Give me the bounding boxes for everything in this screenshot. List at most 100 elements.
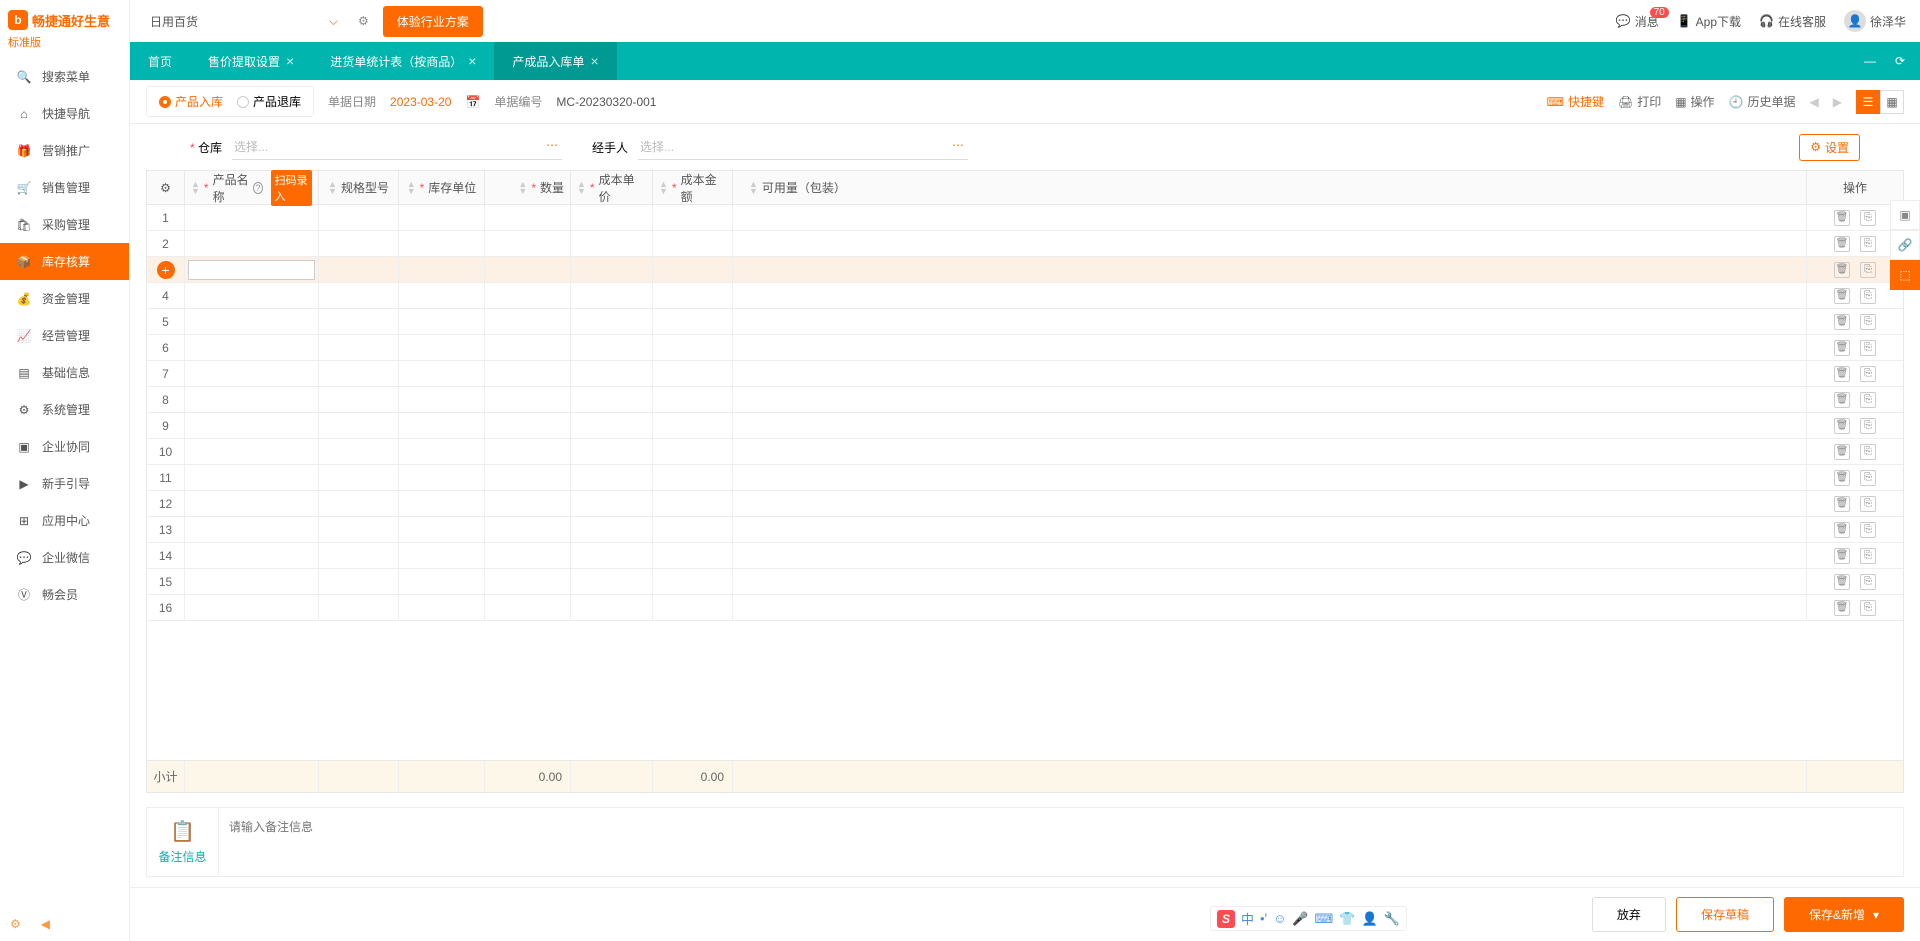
cell-price[interactable] bbox=[571, 205, 653, 230]
cell-name[interactable] bbox=[185, 309, 319, 334]
service-link[interactable]: 🎧 在线客服 bbox=[1759, 13, 1826, 30]
cell-price[interactable] bbox=[571, 517, 653, 542]
cell-unit[interactable] bbox=[399, 257, 485, 282]
nav-item-chart[interactable]: 📈经营管理 bbox=[0, 317, 129, 354]
copy-row-icon[interactable]: ⎘ bbox=[1860, 392, 1876, 408]
copy-row-icon[interactable]: ⎘ bbox=[1860, 314, 1876, 330]
col-name[interactable]: ▲▼*产品名称?扫码录入 bbox=[185, 171, 319, 204]
delete-row-icon[interactable]: 🗑 bbox=[1834, 548, 1850, 564]
ops-link[interactable]: ▦ 操作 bbox=[1675, 93, 1714, 110]
delete-row-icon[interactable]: 🗑 bbox=[1834, 366, 1850, 382]
ime-bar[interactable]: S 中 •ꞌ ☺ 🎤 ⌨ 👕 👤 🔧 bbox=[1210, 906, 1407, 931]
cell-unit[interactable] bbox=[399, 413, 485, 438]
close-icon[interactable]: × bbox=[590, 53, 598, 69]
table-row[interactable]: 5🗑⎘ bbox=[147, 309, 1903, 335]
cell-price[interactable] bbox=[571, 569, 653, 594]
table-row[interactable]: 10🗑⎘ bbox=[147, 439, 1903, 465]
cell-price[interactable] bbox=[571, 335, 653, 360]
delete-row-icon[interactable]: 🗑 bbox=[1834, 522, 1850, 538]
cell-unit[interactable] bbox=[399, 543, 485, 568]
cell-unit[interactable] bbox=[399, 465, 485, 490]
view-list[interactable]: ☰ bbox=[1856, 90, 1880, 114]
cell-price[interactable] bbox=[571, 439, 653, 464]
copy-row-icon[interactable]: ⎘ bbox=[1860, 340, 1876, 356]
cell-unit[interactable] bbox=[399, 517, 485, 542]
cell-qty[interactable] bbox=[485, 595, 571, 620]
close-icon[interactable]: × bbox=[286, 53, 294, 69]
cell-spec[interactable] bbox=[319, 413, 399, 438]
cell-name[interactable] bbox=[185, 569, 319, 594]
cell-price[interactable] bbox=[571, 465, 653, 490]
cell-spec[interactable] bbox=[319, 361, 399, 386]
table-row[interactable]: 9🗑⎘ bbox=[147, 413, 1903, 439]
cell-name[interactable] bbox=[185, 283, 319, 308]
nav-item-home[interactable]: ⌂快捷导航 bbox=[0, 95, 129, 132]
copy-row-icon[interactable]: ⎘ bbox=[1860, 236, 1876, 252]
nav-item-info[interactable]: ▤基础信息 bbox=[0, 354, 129, 391]
cell-qty[interactable] bbox=[485, 439, 571, 464]
copy-row-icon[interactable]: ⎘ bbox=[1860, 470, 1876, 486]
cell-unit[interactable] bbox=[399, 387, 485, 412]
add-row-button[interactable]: + bbox=[157, 261, 175, 279]
cell-qty[interactable] bbox=[485, 231, 571, 256]
cell-price[interactable] bbox=[571, 257, 653, 282]
copy-row-icon[interactable]: ⎘ bbox=[1860, 366, 1876, 382]
delete-row-icon[interactable]: 🗑 bbox=[1834, 314, 1850, 330]
cell-spec[interactable] bbox=[319, 257, 399, 282]
nav-item-team[interactable]: ▣企业协同 bbox=[0, 428, 129, 465]
close-icon[interactable]: × bbox=[468, 53, 476, 69]
delete-row-icon[interactable]: 🗑 bbox=[1834, 470, 1850, 486]
cell-name[interactable] bbox=[185, 517, 319, 542]
product-name-input[interactable] bbox=[188, 260, 314, 280]
delete-row-icon[interactable]: 🗑 bbox=[1834, 444, 1850, 460]
copy-row-icon[interactable]: ⎘ bbox=[1860, 496, 1876, 512]
delete-row-icon[interactable]: 🗑 bbox=[1834, 574, 1850, 590]
remark-input[interactable] bbox=[219, 808, 1903, 876]
print-link[interactable]: 🖨 打印 bbox=[1618, 93, 1661, 110]
tab[interactable]: 进货单统计表（按商品）× bbox=[312, 42, 494, 80]
col-spec[interactable]: ▲▼规格型号 bbox=[319, 171, 399, 204]
table-row[interactable]: 7🗑⎘ bbox=[147, 361, 1903, 387]
cell-unit[interactable] bbox=[399, 569, 485, 594]
table-row[interactable]: 12🗑⎘ bbox=[147, 491, 1903, 517]
cell-spec[interactable] bbox=[319, 387, 399, 412]
prev-icon[interactable]: ◀ bbox=[1810, 95, 1819, 109]
settings-icon[interactable]: ⚙ bbox=[10, 917, 21, 931]
cell-unit[interactable] bbox=[399, 361, 485, 386]
cell-unit[interactable] bbox=[399, 595, 485, 620]
cell-amt[interactable] bbox=[653, 231, 733, 256]
cell-qty[interactable] bbox=[485, 569, 571, 594]
cell-name[interactable] bbox=[185, 231, 319, 256]
history-link[interactable]: 🕘 历史单据 bbox=[1729, 93, 1796, 110]
cell-price[interactable] bbox=[571, 595, 653, 620]
cell-amt[interactable] bbox=[653, 335, 733, 360]
cell-name[interactable] bbox=[185, 543, 319, 568]
nav-item-search[interactable]: 🔍搜索菜单 bbox=[0, 58, 129, 95]
trial-button[interactable]: 体验行业方案 bbox=[383, 6, 483, 37]
cell-price[interactable] bbox=[571, 387, 653, 412]
view-card[interactable]: ▦ bbox=[1880, 90, 1904, 114]
cell-name[interactable] bbox=[185, 595, 319, 620]
cell-qty[interactable] bbox=[485, 205, 571, 230]
cell-name[interactable] bbox=[185, 413, 319, 438]
cell-name[interactable] bbox=[185, 387, 319, 412]
table-row[interactable]: +🗑⎘ bbox=[147, 257, 1903, 283]
cell-qty[interactable] bbox=[485, 257, 571, 282]
category-dropdown[interactable]: 日用百货 ⌵ bbox=[144, 7, 344, 35]
table-row[interactable]: 14🗑⎘ bbox=[147, 543, 1903, 569]
cell-amt[interactable] bbox=[653, 205, 733, 230]
cell-qty[interactable] bbox=[485, 283, 571, 308]
warehouse-select[interactable]: 选择... ⋯ bbox=[232, 134, 562, 160]
table-row[interactable]: 6🗑⎘ bbox=[147, 335, 1903, 361]
table-row[interactable]: 8🗑⎘ bbox=[147, 387, 1903, 413]
nav-item-apps[interactable]: ⊞应用中心 bbox=[0, 502, 129, 539]
copy-row-icon[interactable]: ⎘ bbox=[1860, 548, 1876, 564]
save-draft-button[interactable]: 保存草稿 bbox=[1676, 897, 1774, 932]
nav-item-cart[interactable]: 🛒销售管理 bbox=[0, 169, 129, 206]
cell-price[interactable] bbox=[571, 491, 653, 516]
col-qty[interactable]: ▲▼*数量 bbox=[485, 171, 571, 204]
handler-select[interactable]: 选择... ⋯ bbox=[638, 134, 968, 160]
side-tool-3[interactable]: ⬚ bbox=[1890, 260, 1920, 290]
nav-item-guide[interactable]: ▶新手引导 bbox=[0, 465, 129, 502]
cell-amt[interactable] bbox=[653, 491, 733, 516]
